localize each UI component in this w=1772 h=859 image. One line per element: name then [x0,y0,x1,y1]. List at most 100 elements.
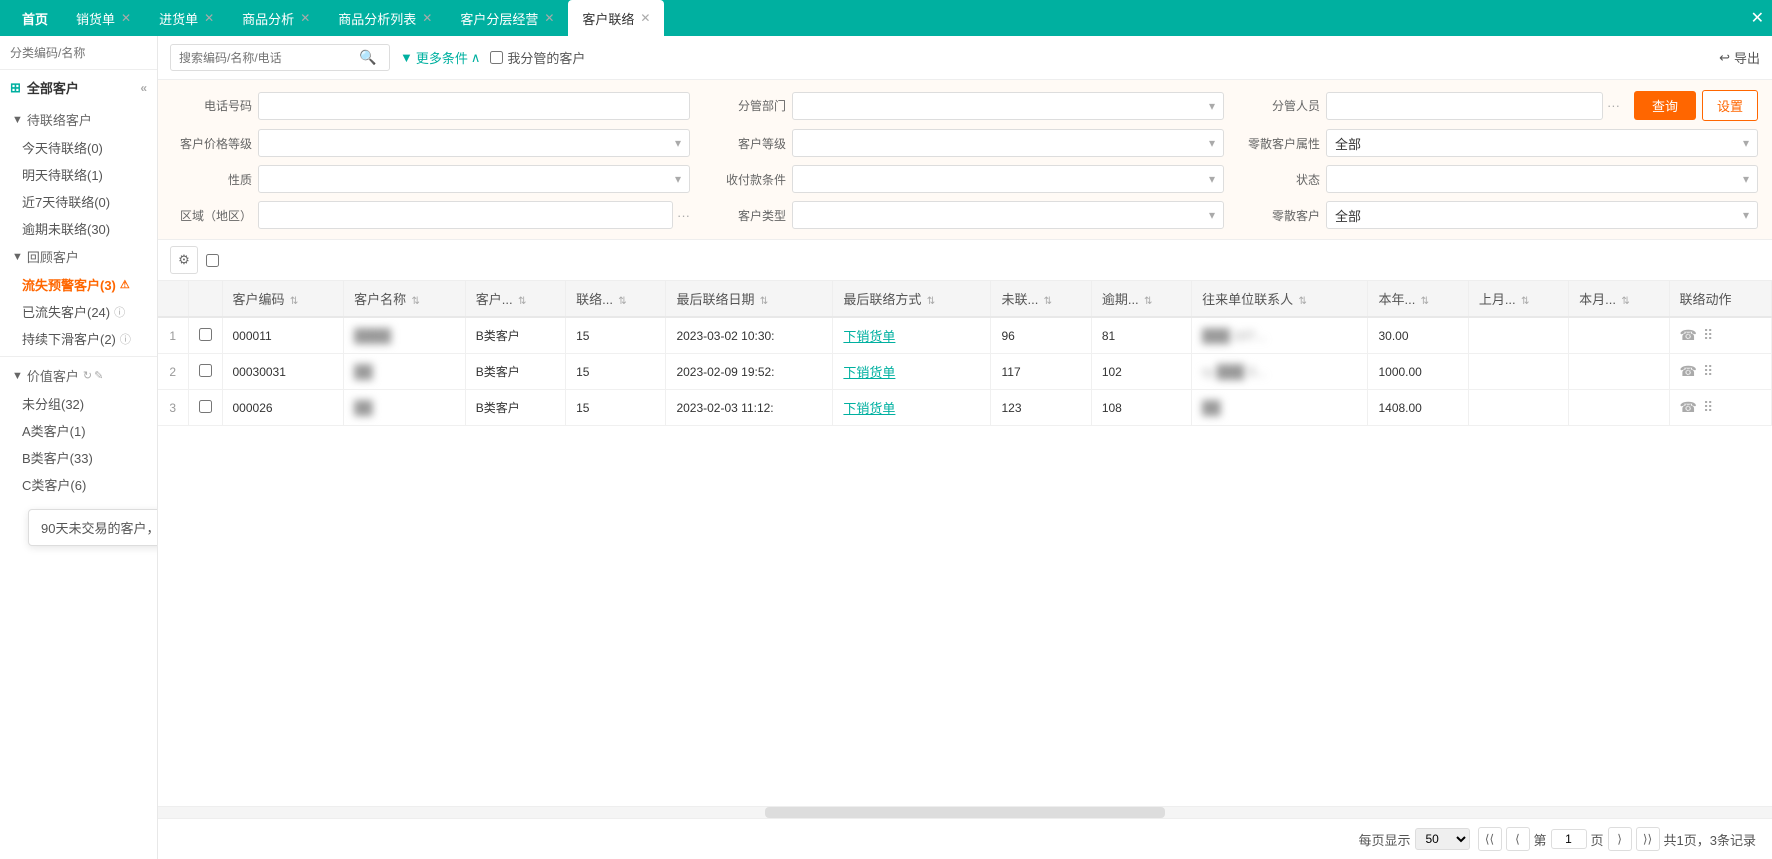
tab-sales-order[interactable]: 销货单 ✕ [62,0,145,36]
my-customers-checkbox[interactable] [490,51,503,64]
sidebar-item-today[interactable]: 今天待联络(0) [0,134,157,161]
col-contacts[interactable]: 往来单位联系人 ⇅ [1192,281,1368,317]
tab-product-list-close-icon[interactable]: ✕ [422,11,432,25]
query-btn[interactable]: 查询 [1634,91,1696,120]
tab-customer-segment-close-icon[interactable]: ✕ [544,11,554,25]
more-action-icon-1[interactable]: ⠿ [1703,363,1713,380]
sidebar-item-class-a[interactable]: A类客户(1) [0,417,157,444]
tab-purchase-close-icon[interactable]: ✕ [204,11,214,25]
tab-product-list[interactable]: 商品分析列表 ✕ [324,0,446,36]
tab-customer-segment[interactable]: 客户分层经营 ✕ [446,0,568,36]
grade-select[interactable] [792,129,1224,157]
settings-btn[interactable]: 设置 [1702,90,1758,121]
row-checkbox-1[interactable] [188,354,222,390]
contact-action-icon-2[interactable]: ☎ [1680,399,1697,416]
at-risk-group[interactable]: ▼ 回顾客户 [0,242,157,271]
contact-action-icon-1[interactable]: ☎ [1680,363,1697,380]
sidebar-item-declining[interactable]: 持续下滑客户(2) ⓘ [0,325,157,352]
all-customers-section[interactable]: ⊞ 全部客户 « [0,70,157,105]
status-select[interactable] [1326,165,1758,193]
gender-select[interactable] [258,165,690,193]
col-code[interactable]: 客户编码 ⇅ [222,281,344,317]
sidebar-item-overdue[interactable]: 逾期未联络(30) [0,215,157,242]
sidebar-item-churn-warning[interactable]: 流失预警客户(3) ⚠ [0,271,157,298]
tab-product-analysis-close-icon[interactable]: ✕ [300,11,310,25]
price-grade-select[interactable] [258,129,690,157]
table-settings-btn[interactable]: ⚙ [170,246,198,274]
export-btn[interactable]: ↩ 导出 [1719,48,1760,67]
sidebar-item-class-c[interactable]: C类客户(6) [0,471,157,498]
customer-type-select[interactable] [792,201,1224,229]
filter-status-row: 状态 [1240,165,1758,193]
edit-icon[interactable]: ✎ [94,369,103,382]
contact-action-icon-0[interactable]: ☎ [1680,327,1697,344]
tab-product-analysis[interactable]: 商品分析 ✕ [228,0,324,36]
col-contact-label: 联络... [576,292,613,307]
sidebar-item-class-b[interactable]: B类客户(33) [0,444,157,471]
tooltip-box: 90天未交易的客户，可能有流失风险。 [28,509,158,546]
next-page-btn[interactable]: ⟩ [1608,827,1632,851]
col-uncontacted[interactable]: 未联... ⇅ [991,281,1091,317]
table-area[interactable]: 客户编码 ⇅ 客户名称 ⇅ 客户... ⇅ 联络... [158,281,1772,806]
tab-home[interactable]: 首页 [8,0,62,36]
zero-attr-label: 零散客户属性 [1240,135,1320,152]
col-this-year[interactable]: 本年... ⇅ [1368,281,1468,317]
tab-purchase[interactable]: 进货单 ✕ [145,0,228,36]
dept-select[interactable] [792,92,1224,120]
filter-region-row: 区域（地区） ··· [172,201,690,229]
last-page-btn[interactable]: ⟩⟩ [1636,827,1660,851]
region-more-icon[interactable]: ··· [677,208,690,223]
row-last-date-0: 2023-03-02 10:30: [666,317,833,354]
main-search-input[interactable] [179,51,359,65]
page-number-input[interactable] [1551,829,1587,849]
payment-select[interactable] [792,165,1224,193]
col-type[interactable]: 客户... ⇅ [465,281,565,317]
zero-attr-select[interactable]: 全部 [1326,129,1758,157]
row-last-method-0[interactable]: 下销货单 [833,317,991,354]
row-last-method-2[interactable]: 下销货单 [833,390,991,426]
col-last-month[interactable]: 上月... ⇅ [1468,281,1568,317]
row-last-method-1[interactable]: 下销货单 [833,354,991,390]
price-grade-label: 客户价格等级 [172,135,252,152]
col-overdue[interactable]: 逾期... ⇅ [1091,281,1191,317]
person-input[interactable] [1326,92,1603,120]
more-action-icon-0[interactable]: ⠿ [1703,327,1713,344]
more-action-icon-2[interactable]: ⠿ [1703,399,1713,416]
col-contact[interactable]: 联络... ⇅ [566,281,666,317]
person-more-icon[interactable]: ··· [1607,98,1620,113]
value-customers-group[interactable]: ▼ 价值客户 ↻ ✎ [0,361,157,390]
col-last-date[interactable]: 最后联络日期 ⇅ [666,281,833,317]
phone-input[interactable] [258,92,690,120]
tab-customer-contact[interactable]: 客户联络 ✕ [568,0,664,36]
main-search-icon[interactable]: 🔍 [359,49,376,66]
sidebar-item-ungrouped[interactable]: 未分组(32) [0,390,157,417]
row-last-month-1 [1468,354,1568,390]
sidebar-search-input[interactable] [10,46,158,60]
col-name[interactable]: 客户名称 ⇅ [344,281,466,317]
sidebar-item-tomorrow[interactable]: 明天待联络(1) [0,161,157,188]
prev-page-btn[interactable]: ⟨ [1506,827,1530,851]
zero-customer-select[interactable]: 全部 [1326,201,1758,229]
per-page-select[interactable]: 50 100 200 [1415,828,1470,850]
col-this-month[interactable]: 本月... ⇅ [1569,281,1669,317]
col-last-method[interactable]: 最后联络方式 ⇅ [833,281,991,317]
first-page-btn[interactable]: ⟨⟨ [1478,827,1502,851]
more-conditions-btn[interactable]: ▼ 更多条件 ∧ [400,48,480,67]
tab-customer-contact-close-icon[interactable]: ✕ [640,11,650,25]
tab-sales-close-icon[interactable]: ✕ [121,11,131,25]
zero-attr-value: 全部 [1335,134,1361,153]
collapse-icon[interactable]: « [140,81,147,95]
row-checkbox-2[interactable] [188,390,222,426]
close-all-icon[interactable]: ✕ [1751,8,1764,28]
select-all-checkbox[interactable] [206,254,219,267]
sidebar-item-churned[interactable]: 已流失客户(24) ⓘ [0,298,157,325]
sort-this-year-icon: ⇅ [1421,296,1429,307]
horizontal-scrollbar[interactable] [158,806,1772,818]
row-last-month-2 [1468,390,1568,426]
region-input[interactable] [258,201,673,229]
refresh-icon[interactable]: ↻ [83,369,92,382]
row-checkbox-0[interactable] [188,317,222,354]
sidebar-item-7days[interactable]: 近7天待联络(0) [0,188,157,215]
my-customers-filter[interactable]: 我分管的客户 [490,48,585,67]
pending-contact-group[interactable]: ▼ 待联络客户 [0,105,157,134]
